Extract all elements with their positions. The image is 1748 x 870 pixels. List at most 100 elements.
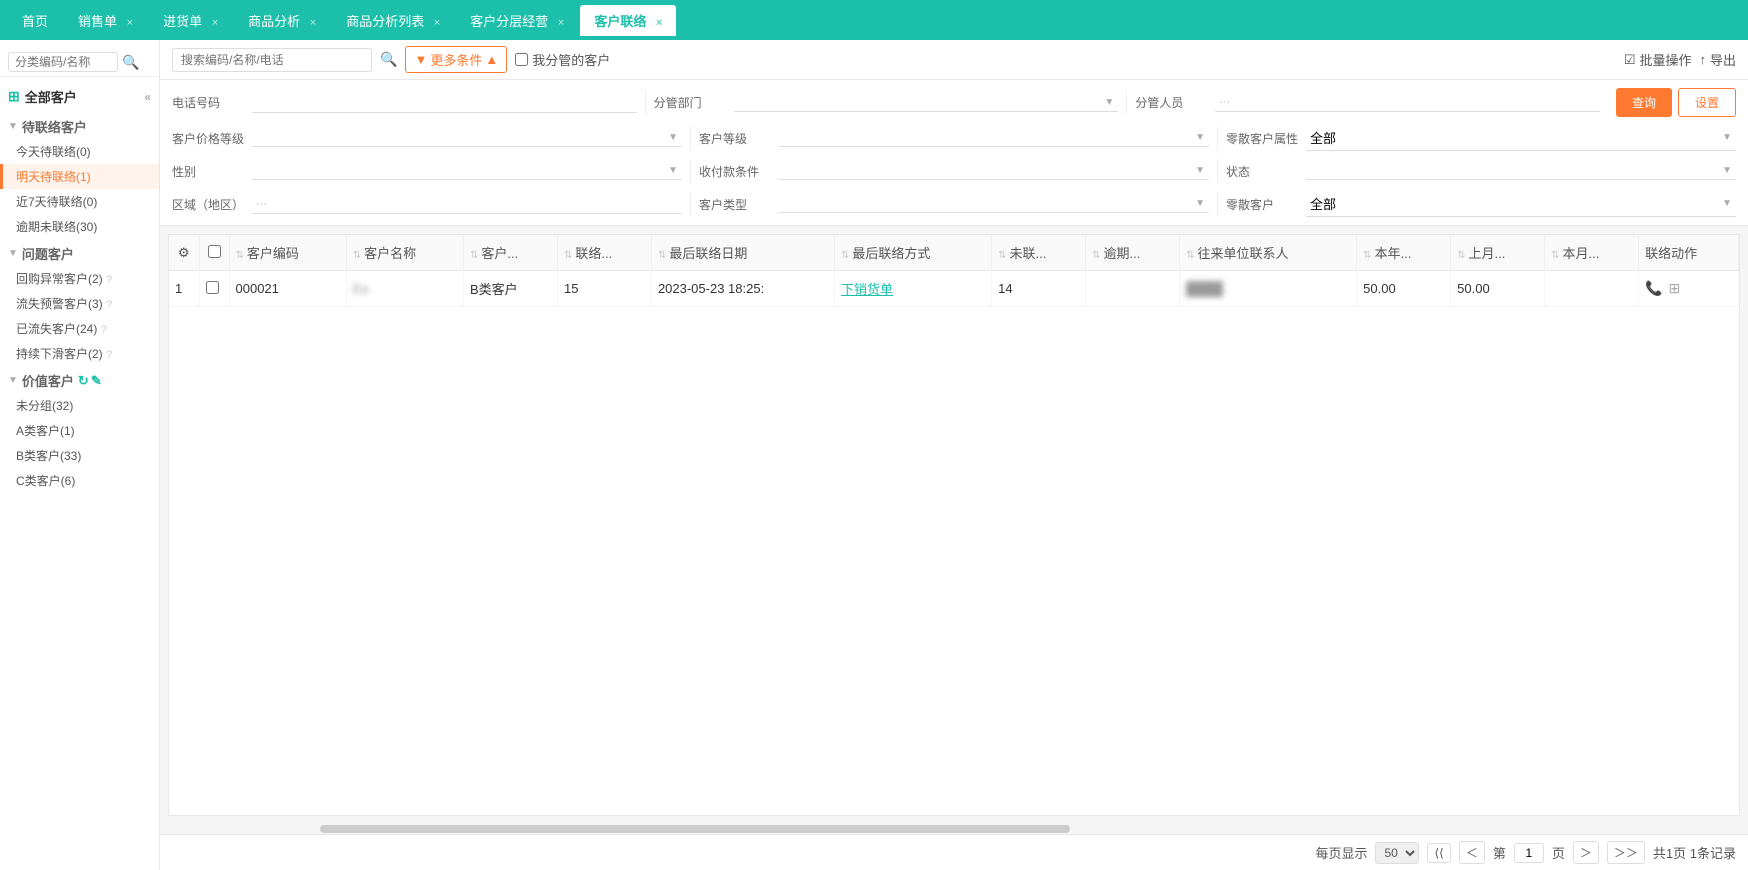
export-btn[interactable]: ↑ 导出 <box>1699 50 1736 69</box>
select-all-checkbox[interactable] <box>208 245 221 258</box>
payment-select[interactable]: ▼ <box>779 162 1209 180</box>
cell-this-month <box>1545 271 1639 307</box>
last-page-btn[interactable]: ＞＞ <box>1607 841 1645 864</box>
prev-page-btn[interactable]: ＜ <box>1459 841 1485 864</box>
sort-icon[interactable]: ⇅ <box>1186 250 1194 261</box>
more-conditions-btn[interactable]: ▼ 更多条件 ▲ <box>405 46 507 73</box>
all-customers-section[interactable]: ⊞ 全部客户 « <box>0 81 159 112</box>
row-checkbox[interactable] <box>206 281 219 294</box>
sidebar-item-repurchase-abnormal[interactable]: 回购异常客户(2) ? <box>0 266 159 291</box>
sort-icon[interactable]: ⇅ <box>236 250 244 261</box>
first-page-btn[interactable]: ⟨⟨ <box>1427 843 1450 863</box>
sort-icon[interactable]: ⇅ <box>998 250 1006 261</box>
nav-customer-segmentation[interactable]: 客户分层经营 × <box>456 5 578 36</box>
edit-icon[interactable]: ✎ <box>91 373 102 389</box>
sort-icon[interactable]: ⇅ <box>564 250 572 261</box>
chevron-down-icon: ▼ <box>1722 198 1732 209</box>
phone-input[interactable] <box>252 92 637 113</box>
scrollbar-thumb[interactable] <box>320 825 1070 833</box>
status-select[interactable]: ▼ <box>1306 162 1736 180</box>
chevron-down-icon: ▼ <box>1195 198 1205 209</box>
retail-attr-select[interactable]: 全部 ▼ <box>1306 125 1736 151</box>
sidebar-item-churn-warning[interactable]: 流失预警客户(3) ? <box>0 291 159 316</box>
close-icon[interactable]: × <box>434 17 440 29</box>
dept-select[interactable]: ▼ <box>734 94 1119 112</box>
arrow-icon: ▼ <box>8 248 18 259</box>
sidebar-search-input[interactable] <box>8 52 118 72</box>
refresh-icon[interactable]: ↻ <box>78 373 89 389</box>
nav-home[interactable]: 首页 <box>8 5 62 36</box>
my-customers-checkbox[interactable]: 我分管的客户 <box>515 50 610 69</box>
sidebar-search-icon[interactable]: 🔍 <box>122 54 139 71</box>
sort-icon[interactable]: ⇅ <box>658 250 666 261</box>
sidebar-item-overdue-contact[interactable]: 逾期未联络(30) <box>0 214 159 239</box>
query-btn[interactable]: 查询 <box>1616 88 1672 117</box>
sort-icon[interactable]: ⇅ <box>1363 250 1371 261</box>
gear-icon[interactable]: ⚙ <box>178 245 190 260</box>
sort-icon[interactable]: ⇅ <box>470 250 478 261</box>
nav-product-analysis-list[interactable]: 商品分析列表 × <box>332 5 454 36</box>
person-label: 分管人员 <box>1135 94 1215 111</box>
col-last-contact-method: ⇅最后联络方式 <box>834 235 991 271</box>
advanced-filter: 电话号码 分管部门 ▼ 分管人员 ··· <box>160 80 1748 226</box>
close-icon[interactable]: × <box>127 17 133 29</box>
retail-customer-select[interactable]: 全部 ▼ <box>1306 191 1736 217</box>
per-page-select[interactable]: 50 <box>1375 842 1419 864</box>
cell-this-year: 50.00 <box>1357 271 1451 307</box>
sidebar-item-class-b[interactable]: B类客户(33) <box>0 443 159 468</box>
filter-search-input[interactable] <box>172 48 372 72</box>
gender-label: 性别 <box>172 163 252 180</box>
batch-ops-btn[interactable]: ☑ 批量操作 <box>1624 50 1692 69</box>
customer-grade-select[interactable]: ▼ <box>779 129 1209 147</box>
area-select[interactable]: ··· <box>252 195 682 214</box>
price-grade-select[interactable]: ▼ <box>252 129 682 147</box>
nav-customer-contact[interactable]: 客户联络 × <box>580 5 676 36</box>
reset-btn[interactable]: 设置 <box>1678 88 1736 117</box>
my-customers-check[interactable] <box>515 53 528 66</box>
chevron-down-icon: ▼ <box>1195 165 1205 176</box>
phone-label: 电话号码 <box>172 94 252 111</box>
sidebar-item-churned[interactable]: 已流失客户(24) ? <box>0 316 159 341</box>
sidebar-item-ungrouped[interactable]: 未分组(32) <box>0 393 159 418</box>
nav-product-analysis[interactable]: 商品分析 × <box>234 5 330 36</box>
chevron-up-icon: ▲ <box>485 52 498 67</box>
collapse-icon[interactable]: « <box>144 90 151 104</box>
grid-action-icon[interactable]: ⊞ <box>1669 280 1681 297</box>
next-page-btn[interactable]: ＞ <box>1573 841 1599 864</box>
chevron-down-icon: ▼ <box>1722 132 1732 143</box>
phone-action-icon[interactable]: 📞 <box>1645 280 1662 297</box>
close-icon[interactable]: × <box>310 17 316 29</box>
area-field: 区域（地区） ··· <box>172 195 682 214</box>
problem-group-label: 问题客户 <box>22 244 74 263</box>
person-select[interactable]: ··· <box>1215 93 1600 112</box>
sidebar-item-class-c[interactable]: C类客户(6) <box>0 468 159 493</box>
retail-customer-field: 零散客户 全部 ▼ <box>1226 191 1736 217</box>
sidebar-item-today-contact[interactable]: 今天待联络(0) <box>0 139 159 164</box>
person-field: 分管人员 ··· <box>1135 93 1600 112</box>
filter-search-icon[interactable]: 🔍 <box>380 51 397 68</box>
sort-icon[interactable]: ⇅ <box>1551 250 1559 261</box>
contact-method-link[interactable]: 下销货单 <box>841 282 893 297</box>
gender-select[interactable]: ▼ <box>252 162 682 180</box>
dept-label: 分管部门 <box>654 94 734 111</box>
cell-uncontacted: 14 <box>992 271 1086 307</box>
sidebar-item-class-a[interactable]: A类客户(1) <box>0 418 159 443</box>
sort-icon[interactable]: ⇅ <box>1457 250 1465 261</box>
close-icon[interactable]: × <box>212 17 218 29</box>
top-nav: 首页 销售单 × 进货单 × 商品分析 × 商品分析列表 × 客户分层经营 × … <box>0 0 1748 40</box>
sort-icon[interactable]: ⇅ <box>841 250 849 261</box>
nav-purchase[interactable]: 进货单 × <box>149 5 232 36</box>
nav-sales[interactable]: 销售单 × <box>64 5 147 36</box>
close-icon[interactable]: × <box>558 17 564 29</box>
chevron-down-icon: ▼ <box>1104 97 1114 108</box>
customer-type-select[interactable]: ▼ <box>779 195 1209 213</box>
page-input[interactable] <box>1514 843 1544 863</box>
col-overdue: ⇅逾期... <box>1086 235 1180 271</box>
sidebar-item-declining[interactable]: 持续下滑客户(2) ? <box>0 341 159 366</box>
sidebar-item-tomorrow-contact[interactable]: 明天待联络(1) <box>0 164 159 189</box>
horizontal-scrollbar[interactable] <box>160 824 1748 834</box>
sidebar-item-7days-contact[interactable]: 近7天待联络(0) <box>0 189 159 214</box>
sort-icon[interactable]: ⇅ <box>1092 250 1100 261</box>
sort-icon[interactable]: ⇅ <box>353 250 361 261</box>
close-icon[interactable]: × <box>656 17 662 29</box>
